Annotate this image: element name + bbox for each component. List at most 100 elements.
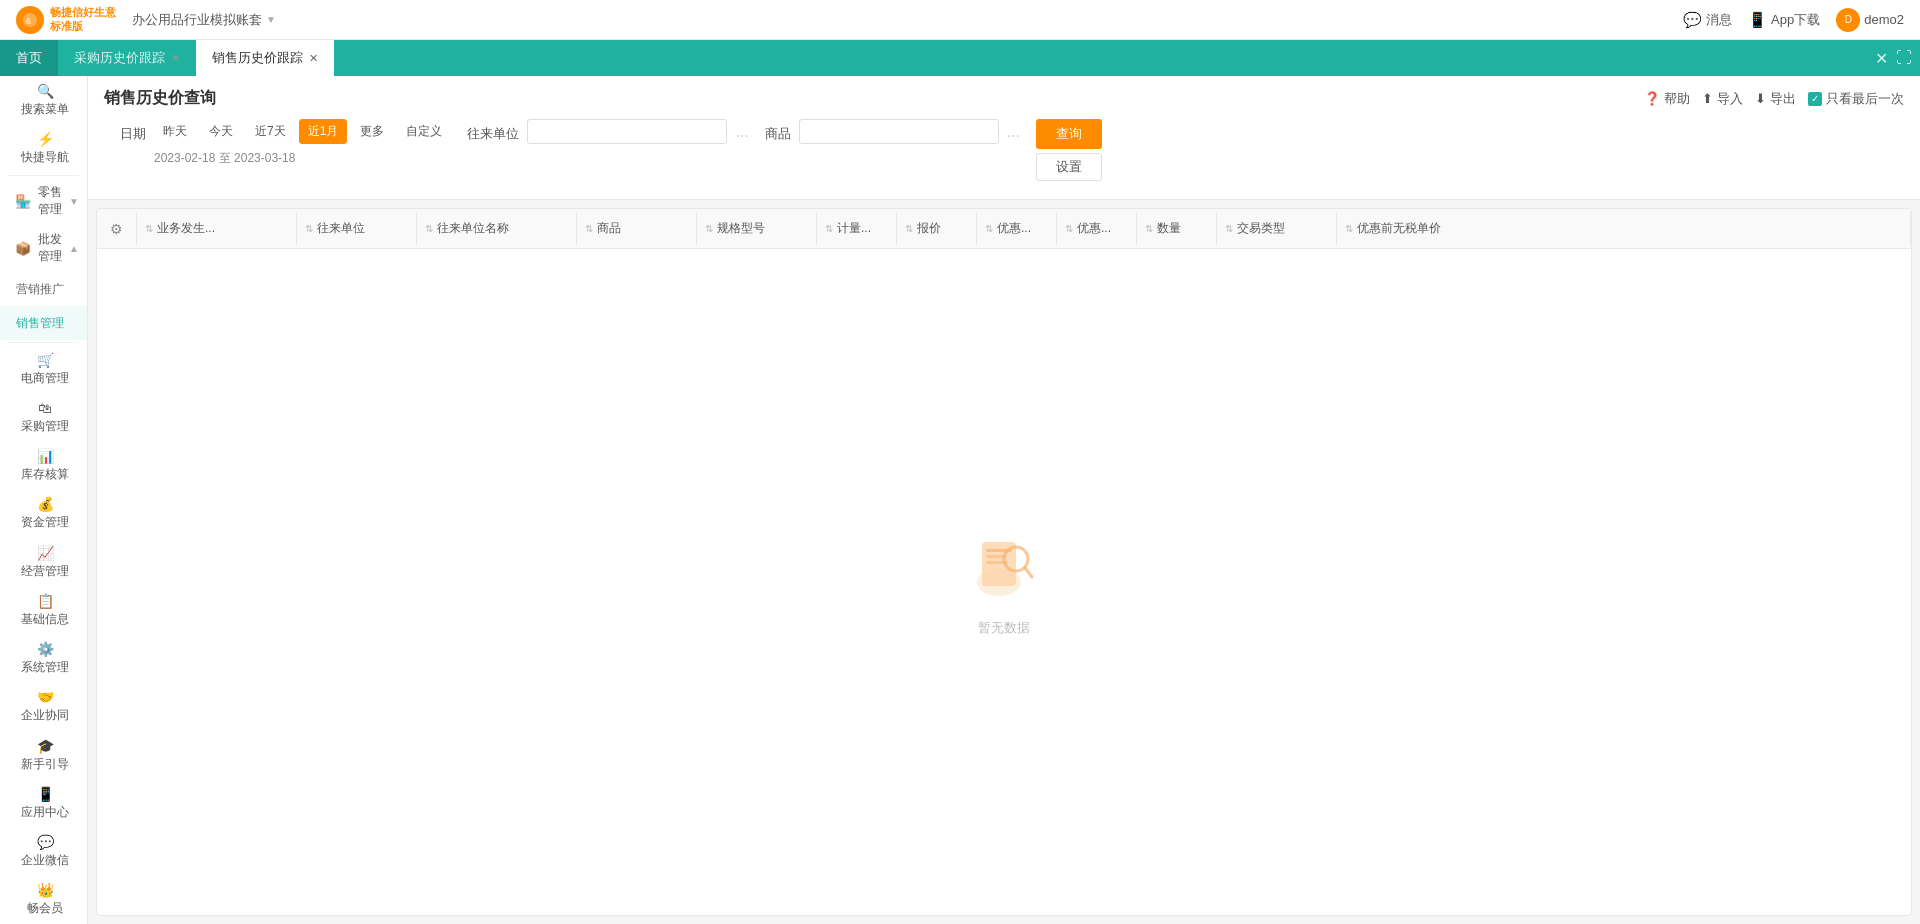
th-price[interactable]: ⇅ 报价: [897, 212, 977, 245]
filter-btn-yesterday[interactable]: 昨天: [154, 119, 196, 144]
settings-button[interactable]: 设置: [1036, 153, 1102, 181]
th-quantity[interactable]: ⇅ 数量: [1137, 212, 1217, 245]
app-selector[interactable]: 办公用品行业模拟账套 ▼: [124, 7, 284, 33]
page-actions: ❓ 帮助 ⬆ 导入 ⬇ 导出 只看最后一次: [1644, 90, 1904, 108]
import-button[interactable]: ⬆ 导入: [1702, 90, 1743, 108]
th-discount2[interactable]: ⇅ 优惠...: [1057, 212, 1137, 245]
import-label: 导入: [1717, 90, 1743, 108]
sidebar-item-ops[interactable]: 📈 经营管理: [0, 538, 87, 586]
top-bar: 6 畅捷信好生意 标准版 办公用品行业模拟账套 ▼ 💬 消息 📱 App下载 D…: [0, 0, 1920, 40]
tab-sales-history[interactable]: 销售历史价跟踪 ✕: [196, 40, 334, 76]
app-icon: 📱: [37, 786, 54, 802]
sidebar-item-marketing-label: 营销推广: [16, 281, 64, 298]
sidebar-item-enterprise-collab[interactable]: 🤝 企业协同: [0, 683, 87, 731]
ops-icon: 📈: [37, 545, 54, 561]
svg-text:6: 6: [26, 16, 31, 26]
sidebar-divider-2: [8, 342, 79, 343]
sidebar-item-marketing[interactable]: 营销推广: [0, 272, 87, 306]
message-label: 消息: [1706, 11, 1732, 29]
tab-sales-history-close[interactable]: ✕: [309, 52, 318, 65]
product-input-group: ...: [799, 119, 1020, 144]
sidebar-item-app-center[interactable]: 📱 应用中心: [0, 779, 87, 827]
inventory-icon: 📊: [37, 448, 54, 464]
chevron-up-icon: ▲: [69, 243, 79, 254]
help-button[interactable]: ❓ 帮助: [1644, 90, 1690, 108]
close-all-tabs-button[interactable]: ✕: [1875, 49, 1888, 68]
sidebar-item-ecommerce[interactable]: 🛒 电商管理: [0, 345, 87, 393]
app-download-button[interactable]: 📱 App下载: [1748, 11, 1820, 29]
sidebar-item-new-guide[interactable]: 🎓 新手引导: [0, 731, 87, 779]
sort-icon: ⇅: [1065, 223, 1073, 234]
main-layout: 🔍 搜索菜单 ⚡ 快捷导航 🏪 零售管理 ▼ 📦 批发管理 ▲ 营销推广 销售管…: [0, 76, 1920, 924]
sidebar-item-inventory[interactable]: 📊 库存核算: [0, 442, 87, 490]
action-buttons: 查询 设置: [1036, 119, 1102, 181]
sidebar-item-basic-info[interactable]: 📋 基础信息: [0, 586, 87, 634]
maximize-button[interactable]: ⛶: [1896, 49, 1912, 67]
search-button[interactable]: 查询: [1036, 119, 1102, 149]
purchase-icon: 🛍: [38, 400, 52, 416]
th-counterpart-code-label: 往来单位: [317, 220, 365, 237]
th-spec[interactable]: ⇅ 规格型号: [697, 212, 817, 245]
filter-btn-last7days[interactable]: 近7天: [246, 119, 295, 144]
th-counterpart-code[interactable]: ⇅ 往来单位: [297, 212, 417, 245]
sidebar-item-quick-nav-label: 快捷导航: [21, 149, 69, 166]
member-icon: 👑: [37, 882, 54, 898]
date-filter-options: 昨天 今天 近7天 近1月 更多 自定义 2023-02-18 至 2023-0…: [154, 119, 451, 167]
counterpart-input[interactable]: [527, 119, 727, 144]
app-download-icon: 📱: [1748, 11, 1767, 29]
th-price-label: 报价: [917, 220, 941, 237]
filter-btn-custom[interactable]: 自定义: [397, 119, 451, 144]
th-settings[interactable]: ⚙: [97, 213, 137, 245]
sort-icon: ⇅: [985, 223, 993, 234]
filter-btn-last1month[interactable]: 近1月: [299, 119, 348, 144]
th-biz-date[interactable]: ⇅ 业务发生...: [137, 212, 297, 245]
message-button[interactable]: 💬 消息: [1683, 11, 1732, 29]
sidebar-item-search-menu[interactable]: 🔍 搜索菜单: [0, 76, 87, 124]
tab-purchase-history[interactable]: 采购历史价跟踪 ✕: [58, 40, 196, 76]
counterpart-dots-button[interactable]: ...: [735, 123, 748, 141]
sidebar-item-sales-mgmt[interactable]: 销售管理: [0, 306, 87, 340]
th-discount1-label: 优惠...: [997, 220, 1031, 237]
export-button[interactable]: ⬇ 导出: [1755, 90, 1796, 108]
tab-home[interactable]: 首页: [0, 40, 58, 76]
guide-icon: 🎓: [37, 738, 54, 754]
tab-sales-history-label: 销售历史价跟踪: [212, 49, 303, 67]
only-last-checkbox-group[interactable]: 只看最后一次: [1808, 90, 1904, 108]
sort-icon: ⇅: [1345, 223, 1353, 234]
sidebar-item-enterprise-wechat[interactable]: 💬 企业微信: [0, 828, 87, 876]
filter-btn-today[interactable]: 今天: [200, 119, 242, 144]
date-range-display: 2023-02-18 至 2023-03-18: [154, 150, 451, 167]
sidebar-item-inventory-label: 库存核算: [21, 466, 69, 483]
th-pre-tax-price[interactable]: ⇅ 优惠前无税单价: [1337, 212, 1911, 245]
date-filter-label: 日期: [120, 119, 146, 143]
date-filter-group: 日期 昨天 今天 近7天 近1月 更多 自定义 2023-02-18 至 202…: [120, 119, 451, 167]
sidebar-item-sys-mgmt[interactable]: ⚙️ 系统管理: [0, 635, 87, 683]
svg-line-8: [1025, 568, 1032, 577]
sidebar-item-retail-mgmt[interactable]: 🏪 零售管理 ▼: [0, 177, 87, 224]
sidebar-item-finance[interactable]: 💰 资金管理: [0, 490, 87, 538]
sidebar-item-quick-nav[interactable]: ⚡ 快捷导航: [0, 124, 87, 172]
counterpart-filter-label: 往来单位: [467, 119, 519, 143]
logo-icon: 6: [16, 6, 44, 34]
user-menu[interactable]: D demo2: [1836, 8, 1904, 32]
sidebar-item-ops-label: 经营管理: [21, 563, 69, 580]
sort-icon: ⇅: [1225, 223, 1233, 234]
product-dots-button[interactable]: ...: [1007, 123, 1020, 141]
product-input[interactable]: [799, 119, 999, 144]
app-selector-label: 办公用品行业模拟账套: [132, 11, 262, 29]
sidebar-item-purchase[interactable]: 🛍 采购管理: [0, 393, 87, 441]
sidebar-item-basic-info-label: 基础信息: [21, 611, 69, 628]
date-filter-buttons: 昨天 今天 近7天 近1月 更多 自定义: [154, 119, 451, 144]
sidebar-item-member[interactable]: 👑 畅会员: [0, 876, 87, 924]
th-product[interactable]: ⇅ 商品: [577, 212, 697, 245]
only-last-checkbox[interactable]: [1808, 92, 1822, 106]
tab-purchase-history-close[interactable]: ✕: [171, 52, 180, 65]
gear-icon[interactable]: ⚙: [110, 221, 123, 237]
th-discount1[interactable]: ⇅ 优惠...: [977, 212, 1057, 245]
th-trade-type[interactable]: ⇅ 交易类型: [1217, 212, 1337, 245]
th-unit[interactable]: ⇅ 计量...: [817, 212, 897, 245]
chevron-down-icon: ▼: [266, 14, 276, 25]
filter-btn-more[interactable]: 更多: [351, 119, 393, 144]
th-counterpart-name[interactable]: ⇅ 往来单位名称: [417, 212, 577, 245]
sidebar-item-wholesale-mgmt[interactable]: 📦 批发管理 ▲: [0, 225, 87, 272]
